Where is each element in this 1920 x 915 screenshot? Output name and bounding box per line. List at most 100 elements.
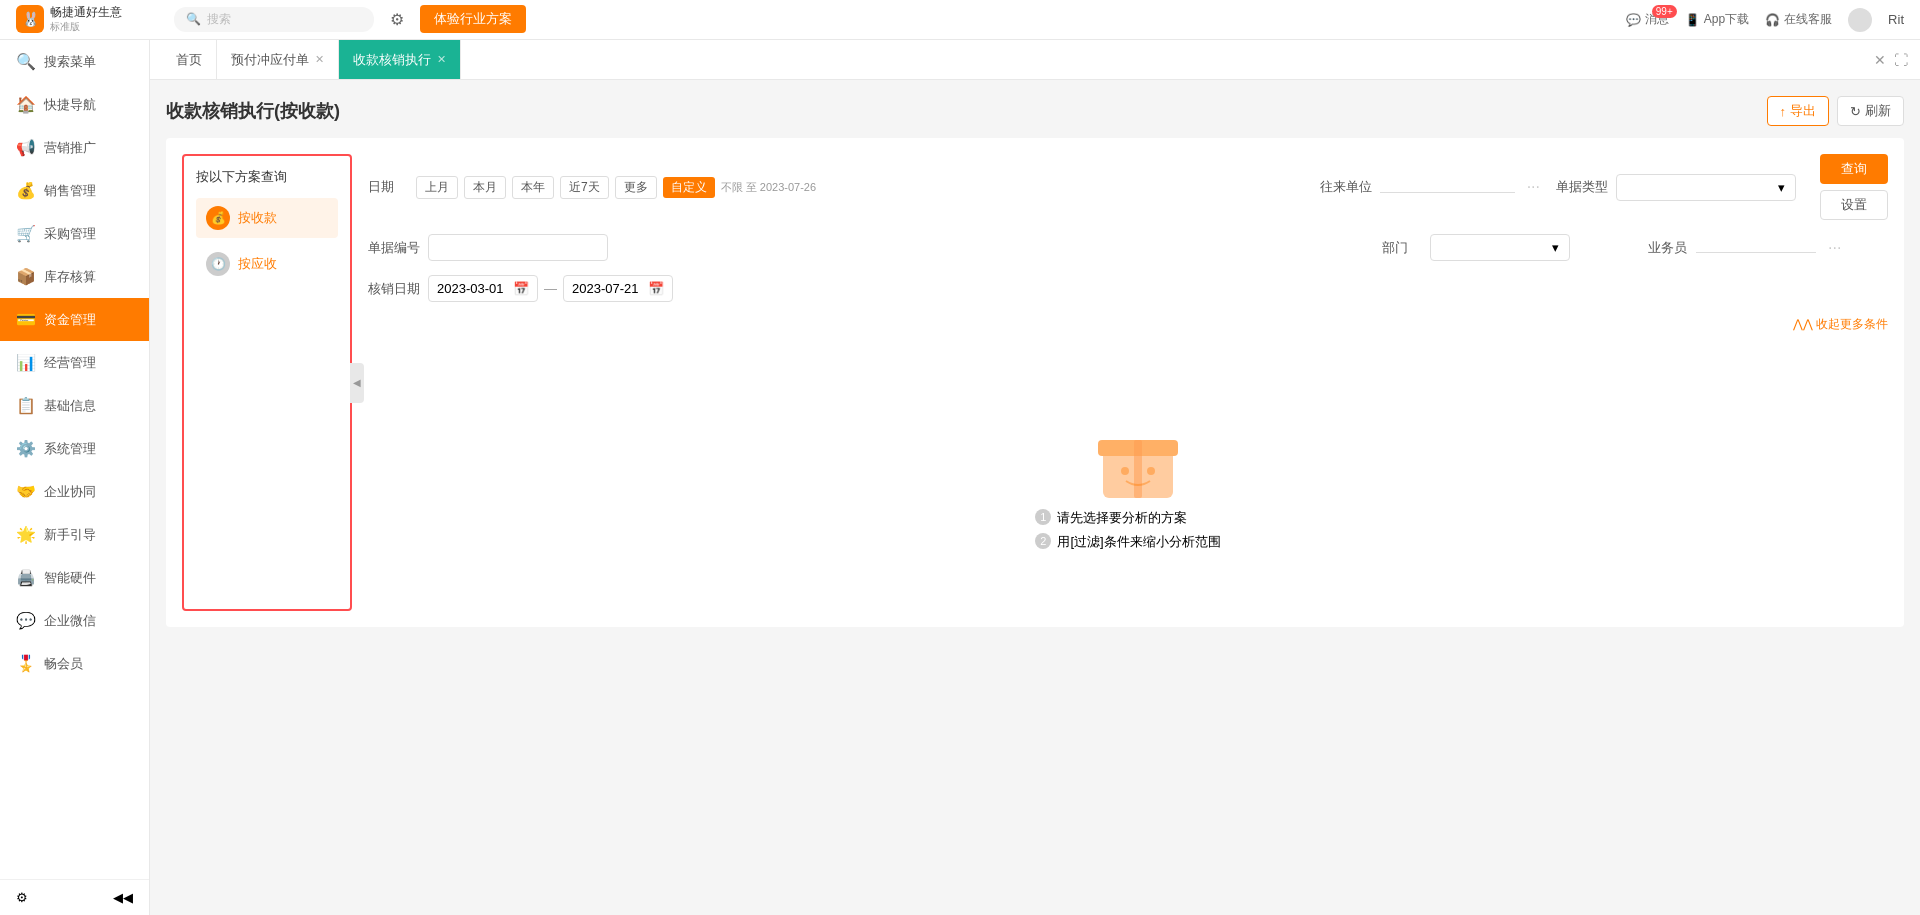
sidebar-label-7: 经营管理	[44, 354, 96, 372]
sidebar-icon-8: 📋	[16, 396, 36, 415]
sidebar-item-10[interactable]: 🤝 企业协同	[0, 470, 149, 513]
sidebar-item-8[interactable]: 📋基础信息	[0, 384, 149, 427]
date-custom-badge: 自定义	[663, 177, 715, 198]
home-tab-label: 首页	[176, 51, 202, 69]
settings-bottom-icon[interactable]: ⚙	[16, 890, 28, 905]
sidebar-item-9[interactable]: ⚙️系统管理	[0, 427, 149, 470]
user-name: Rit	[1888, 12, 1904, 27]
filter-item-by-receipt[interactable]: 💰 按收款	[196, 198, 338, 238]
sidebar-icon-3: 💰	[16, 181, 36, 200]
counterpart-input[interactable]	[1380, 182, 1515, 193]
service-item[interactable]: 🎧 在线客服	[1765, 11, 1832, 28]
sidebar-item-14[interactable]: 🎖️畅会员	[0, 642, 149, 685]
salesperson-label: 业务员	[1648, 239, 1688, 257]
sidebar-icon-4: 🛒	[16, 224, 36, 243]
dept-field: 部门 ▾	[1382, 234, 1632, 261]
date-separator: —	[544, 281, 557, 296]
date-field: 日期 上月 本月 本年 近7天 更多 自定义 不限 至 2023-07-26	[368, 176, 1304, 199]
dept-select[interactable]: ▾	[1430, 234, 1570, 261]
date-btn-last-month[interactable]: 上月	[416, 176, 458, 199]
doc-type-select[interactable]: ▾	[1616, 174, 1796, 201]
empty-text: 1 请先选择要分析的方案 2 用[过滤]条件来缩小分析范围	[1035, 509, 1220, 551]
brand-sub: 标准版	[50, 20, 122, 34]
search-row-3: 核销日期 2023-03-01 📅 — 2023-07-21 📅	[368, 275, 1888, 302]
sidebar-item-2[interactable]: 📢营销推广	[0, 126, 149, 169]
sidebar-icon-5: 📦	[16, 267, 36, 286]
brand-logo-icon: 🐰	[16, 5, 44, 33]
sidebar-item-7[interactable]: 📊 经营管理	[0, 341, 149, 384]
tab-bar: 首页 预付冲应付单 ✕ 收款核销执行 ✕ ✕ ⛶	[150, 40, 1920, 80]
doc-number-label: 单据编号	[368, 239, 420, 257]
collapse-more-label: 收起更多条件	[1816, 317, 1888, 331]
filter-item-receivable-label: 按应收	[238, 255, 277, 273]
doc-type-field: 单据类型 ▾	[1556, 174, 1796, 201]
main-content: 首页 预付冲应付单 ✕ 收款核销执行 ✕ ✕ ⛶ 收款核销执行(按收款)	[150, 40, 1920, 915]
tab-writeoff-label: 收款核销执行	[353, 51, 431, 69]
sidebar-item-6[interactable]: 💳资金管理	[0, 298, 149, 341]
sidebar-label-10: 企业协同	[44, 483, 96, 501]
search-panel: 日期 上月 本月 本年 近7天 更多 自定义 不限 至 2023-07-26	[368, 154, 1888, 611]
date-label: 日期	[368, 178, 408, 196]
verify-date-start[interactable]: 2023-03-01 📅	[428, 275, 538, 302]
industry-button[interactable]: 体验行业方案	[420, 5, 526, 33]
tab-prepay[interactable]: 预付冲应付单 ✕	[217, 40, 339, 79]
export-button[interactable]: ↑ 导出	[1767, 96, 1830, 126]
salesperson-input[interactable]	[1696, 242, 1816, 253]
app-download-item[interactable]: 📱 App下载	[1685, 11, 1749, 28]
collapse-sidebar-icon[interactable]: ◀◀	[113, 890, 133, 905]
sidebar-icon-7: 📊	[16, 353, 36, 372]
salesperson-field: 业务员 ···	[1648, 239, 1888, 257]
query-button[interactable]: 查询	[1820, 154, 1888, 184]
verify-date-end[interactable]: 2023-07-21 📅	[563, 275, 673, 302]
message-icon: 💬	[1626, 13, 1641, 27]
content-body: 按以下方案查询 💰 按收款 🕐 按应收 ◀	[166, 138, 1904, 627]
date-range: 2023-03-01 📅 — 2023-07-21 📅	[428, 275, 673, 302]
dept-chevron-icon: ▾	[1552, 240, 1559, 255]
date-btn-this-month[interactable]: 本月	[464, 176, 506, 199]
filter-item-by-receivable[interactable]: 🕐 按应收	[196, 244, 338, 284]
message-icon-item[interactable]: 💬 消息 99+	[1626, 11, 1669, 28]
tab-writeoff-close[interactable]: ✕	[437, 53, 446, 66]
message-badge: 99+	[1652, 5, 1677, 18]
sidebar-item-12[interactable]: 🖨️智能硬件	[0, 556, 149, 599]
step-num-2: 2	[1035, 533, 1051, 549]
date-btn-more[interactable]: 更多	[615, 176, 657, 199]
date-btn-7days[interactable]: 近7天	[560, 176, 609, 199]
refresh-button[interactable]: ↻ 刷新	[1837, 96, 1904, 126]
doc-type-label: 单据类型	[1556, 178, 1608, 196]
sidebar-item-1[interactable]: 🏠快捷导航	[0, 83, 149, 126]
sidebar-label-3: 销售管理	[44, 182, 96, 200]
salesperson-more-icon[interactable]: ···	[1828, 239, 1841, 257]
counterpart-field: 往来单位 ···	[1320, 178, 1540, 196]
collapse-more-btn[interactable]: ⋀⋀ 收起更多条件	[368, 316, 1888, 333]
setting-button[interactable]: 设置	[1820, 190, 1888, 220]
sidebar-icon-10: 🤝	[16, 482, 36, 501]
settings-icon[interactable]: ⚙	[390, 10, 404, 29]
expand-icon[interactable]: ⛶	[1894, 52, 1908, 68]
sidebar: 🔍搜索菜单🏠快捷导航📢营销推广 💰 销售管理 🛒采购管理📦库存核算💳资金管理 📊 经营管理…	[0, 40, 150, 915]
tab-prepay-close[interactable]: ✕	[315, 53, 324, 66]
close-all-icon[interactable]: ✕	[1874, 52, 1886, 68]
sidebar-item-11[interactable]: 🌟新手引导	[0, 513, 149, 556]
counterpart-more-icon[interactable]: ···	[1527, 178, 1540, 196]
refresh-icon: ↻	[1850, 104, 1861, 119]
user-avatar[interactable]	[1848, 8, 1872, 32]
sidebar-item-5[interactable]: 📦库存核算	[0, 255, 149, 298]
query-actions: 查询 设置	[1820, 154, 1888, 220]
receivable-icon: 🕐	[206, 252, 230, 276]
filter-collapse-btn[interactable]: ◀	[350, 363, 364, 403]
top-bar-right: 💬 消息 99+ 📱 App下载 🎧 在线客服 Rit	[1626, 8, 1904, 32]
date-btn-this-year[interactable]: 本年	[512, 176, 554, 199]
tab-writeoff[interactable]: 收款核销执行 ✕	[339, 40, 461, 79]
receipt-icon: 💰	[206, 206, 230, 230]
service-label: 在线客服	[1784, 11, 1832, 28]
doc-number-input[interactable]	[428, 234, 608, 261]
sidebar-item-4[interactable]: 🛒采购管理	[0, 212, 149, 255]
sidebar-icon-11: 🌟	[16, 525, 36, 544]
dept-label: 部门	[1382, 239, 1422, 257]
sidebar-item-13[interactable]: 💬企业微信	[0, 599, 149, 642]
tab-home[interactable]: 首页	[162, 40, 217, 79]
sidebar-item-0[interactable]: 🔍搜索菜单	[0, 40, 149, 83]
sidebar-item-3[interactable]: 💰 销售管理	[0, 169, 149, 212]
sidebar-icon-13: 💬	[16, 611, 36, 630]
